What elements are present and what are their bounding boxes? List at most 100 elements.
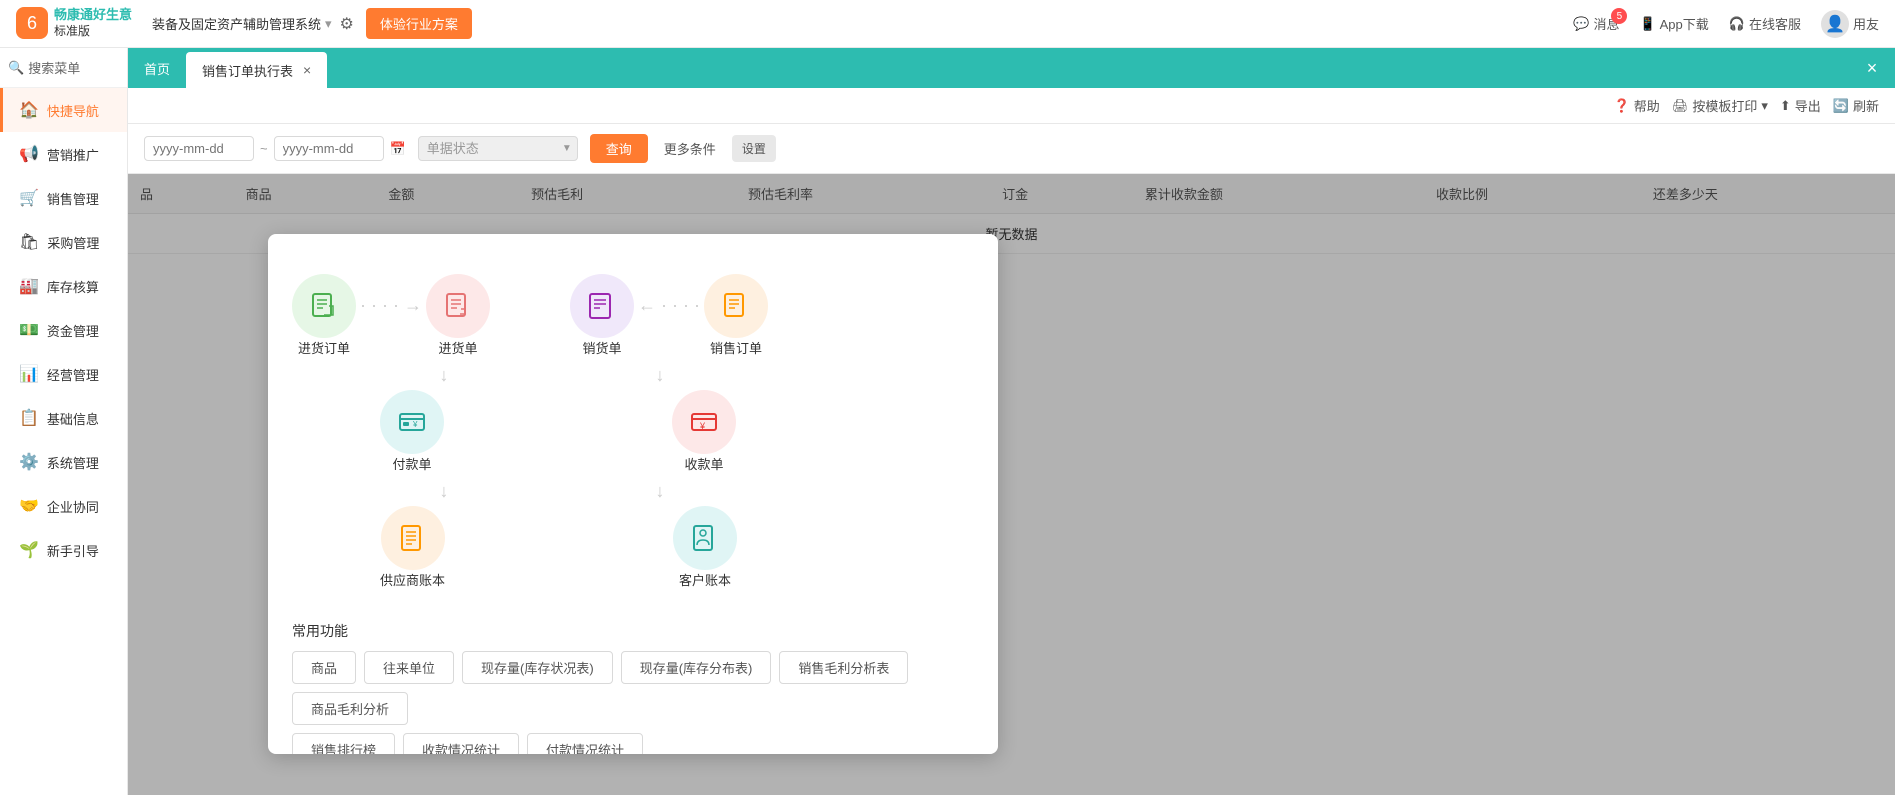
flow-node-sales-bill: 销货单 xyxy=(570,274,634,357)
func-btn-receipt-stats[interactable]: 收款情况统计 xyxy=(403,733,519,754)
sidebar-item-inventory[interactable]: 🏭 库存核算 xyxy=(0,264,127,308)
top-right-area: 💬 消息 5 📱 App下载 🎧 在线客服 👤 用友 xyxy=(1573,10,1879,38)
flow-node-supplier-ledger: 供应商账本 xyxy=(380,506,445,589)
sidebar-item-sales[interactable]: 🛒 销售管理 xyxy=(0,176,127,220)
tab-bar: 首页 销售订单执行表 × × xyxy=(128,48,1895,88)
sidebar-item-purchase[interactable]: 🛍 采购管理 xyxy=(0,220,127,264)
mobile-icon: 📱 xyxy=(1639,16,1655,32)
arrow-down-payment: ↓ xyxy=(440,481,449,502)
dropdown-icon[interactable]: ▾ xyxy=(325,16,332,32)
logo-text: 畅康通好生意 标准版 xyxy=(54,7,132,39)
sidebar-item-system[interactable]: ⚙️ 系统管理 xyxy=(0,440,127,484)
avatar: 👤 xyxy=(1821,10,1849,38)
logo-icon: 6 xyxy=(16,7,48,39)
func-btn-payment-stats[interactable]: 付款情况统计 xyxy=(527,733,643,754)
func-btn-partners[interactable]: 往来单位 xyxy=(364,651,454,684)
sidebar-item-marketing[interactable]: 📢 营销推广 xyxy=(0,132,127,176)
flow-node-purchase-order: 进货订单 xyxy=(292,274,356,357)
message-badge: 5 xyxy=(1611,8,1627,24)
sidebar-item-guide[interactable]: 🌱 新手引导 xyxy=(0,528,127,572)
data-table-wrapper: 品 商品 金额 预估毛利 预估毛利率 订金 累计收款金额 收款比例 还差多少天 xyxy=(128,174,1895,795)
logo-area: 6 畅康通好生意 标准版 xyxy=(16,7,136,39)
receipt-icon: ¥ xyxy=(672,390,736,454)
func-btn-stock-status[interactable]: 现存量(库存状况表) xyxy=(462,651,613,684)
func-btn-stock-dist[interactable]: 现存量(库存分布表) xyxy=(621,651,772,684)
refresh-icon: 🔄 xyxy=(1833,98,1849,114)
help-button[interactable]: ❓ 帮助 xyxy=(1614,96,1660,115)
service-button[interactable]: 🎧 在线客服 xyxy=(1729,14,1801,33)
date-start-input[interactable] xyxy=(144,136,254,161)
cart-icon: 🛒 xyxy=(19,188,39,208)
arrow-h-2: ← · · · · xyxy=(634,295,704,316)
message-button[interactable]: 💬 消息 5 xyxy=(1573,14,1619,33)
info-icon: 📋 xyxy=(19,408,39,428)
arrow-down-receipt: ↓ xyxy=(656,481,665,502)
tab-sales-execution[interactable]: 销售订单执行表 × xyxy=(186,52,327,88)
experience-button[interactable]: 体验行业方案 xyxy=(366,8,472,39)
search-button[interactable]: 查询 xyxy=(590,134,648,163)
search-label: 搜索菜单 xyxy=(28,58,80,77)
sidebar-item-basic-info[interactable]: 📋 基础信息 xyxy=(0,396,127,440)
calendar-icon[interactable]: 📅 xyxy=(390,141,406,157)
sales-bill-icon xyxy=(570,274,634,338)
status-select-wrapper: 单据状态 xyxy=(418,136,578,161)
search-icon: 🔍 xyxy=(8,60,24,76)
modal-box: 进货订单 · · · · → 进货单 xyxy=(268,234,998,754)
app-download-button[interactable]: 📱 App下载 xyxy=(1639,14,1708,33)
flow-section: 进货订单 · · · · → 进货单 xyxy=(292,258,974,605)
sidebar-item-operation[interactable]: 📊 经营管理 xyxy=(0,352,127,396)
svg-text:¥: ¥ xyxy=(699,421,706,431)
sidebar: 🔍 搜索菜单 🏠 快捷导航 📢 营销推广 🛒 销售管理 🛍 采购管理 xyxy=(0,48,128,795)
flow-node-purchase-bill: 进货单 xyxy=(426,274,490,357)
svg-text:¥: ¥ xyxy=(412,420,418,429)
message-icon: 💬 xyxy=(1573,16,1589,32)
export-button[interactable]: ⬆ 导出 xyxy=(1780,96,1821,115)
sidebar-search[interactable]: 🔍 搜索菜单 xyxy=(0,48,127,88)
gear-icon[interactable]: ⚙ xyxy=(340,14,354,34)
print-button[interactable]: 🖨 按模板打印 ▾ xyxy=(1672,96,1768,115)
func-btn-sales-rank[interactable]: 销售排行榜 xyxy=(292,733,395,754)
flow-node-payment: ¥ 付款单 xyxy=(380,390,444,473)
tab-home[interactable]: 首页 xyxy=(128,48,186,88)
arrow-down-left: ↓ xyxy=(440,365,449,386)
user-button[interactable]: 👤 用友 xyxy=(1821,10,1879,38)
status-select[interactable]: 单据状态 xyxy=(418,136,578,161)
func-buttons-row2: 销售排行榜 收款情况统计 付款情况统计 xyxy=(292,733,974,754)
tab-close-icon[interactable]: × xyxy=(303,62,311,78)
date-separator: ~ xyxy=(260,141,268,156)
sidebar-item-finance[interactable]: 💵 资金管理 xyxy=(0,308,127,352)
arrow-down-right: ↓ xyxy=(656,365,665,386)
flow-node-sales-order: 销售订单 xyxy=(704,274,768,357)
func-btn-product[interactable]: 商品 xyxy=(292,651,356,684)
help-icon: ❓ xyxy=(1614,98,1630,114)
func-buttons-row1: 商品 往来单位 现存量(库存状况表) 现存量(库存分布表) 销售毛利分析表 商品… xyxy=(292,651,974,725)
megaphone-icon: 📢 xyxy=(19,144,39,164)
money-icon: 💵 xyxy=(19,320,39,340)
print-icon: 🖨 xyxy=(1672,98,1689,114)
settings-small-button[interactable]: 设置 xyxy=(732,135,776,162)
date-end-input[interactable] xyxy=(274,136,384,161)
bag-icon: 🛍 xyxy=(19,232,39,252)
export-icon: ⬆ xyxy=(1780,98,1791,114)
close-all-icon[interactable]: × xyxy=(1857,53,1887,83)
func-btn-product-gross[interactable]: 商品毛利分析 xyxy=(292,692,408,725)
tab-bar-right: × xyxy=(1857,53,1895,83)
chart-icon: 📊 xyxy=(19,364,39,384)
func-btn-sales-gross[interactable]: 销售毛利分析表 xyxy=(779,651,908,684)
common-func-section: 常用功能 商品 往来单位 现存量(库存状况表) 现存量(库存分布表) 销售毛利分… xyxy=(292,621,974,754)
payment-icon: ¥ xyxy=(380,390,444,454)
flow-node-receipt: ¥ 收款单 xyxy=(672,390,736,473)
print-dropdown-icon: ▾ xyxy=(1761,98,1768,114)
enterprise-icon: 🤝 xyxy=(19,496,39,516)
content-toolbar: ❓ 帮助 🖨 按模板打印 ▾ ⬆ 导出 🔄 刷新 xyxy=(128,88,1895,124)
purchase-order-icon xyxy=(292,274,356,338)
settings-icon: ⚙️ xyxy=(19,452,39,472)
guide-icon: 🌱 xyxy=(19,540,39,560)
purchase-bill-icon xyxy=(426,274,490,338)
customer-ledger-icon xyxy=(673,506,737,570)
sidebar-item-enterprise[interactable]: 🤝 企业协同 xyxy=(0,484,127,528)
sidebar-item-quick-nav[interactable]: 🏠 快捷导航 xyxy=(0,88,127,132)
more-filters-button[interactable]: 更多条件 xyxy=(664,139,716,158)
home-icon: 🏠 xyxy=(19,100,39,120)
refresh-button[interactable]: 🔄 刷新 xyxy=(1833,96,1879,115)
